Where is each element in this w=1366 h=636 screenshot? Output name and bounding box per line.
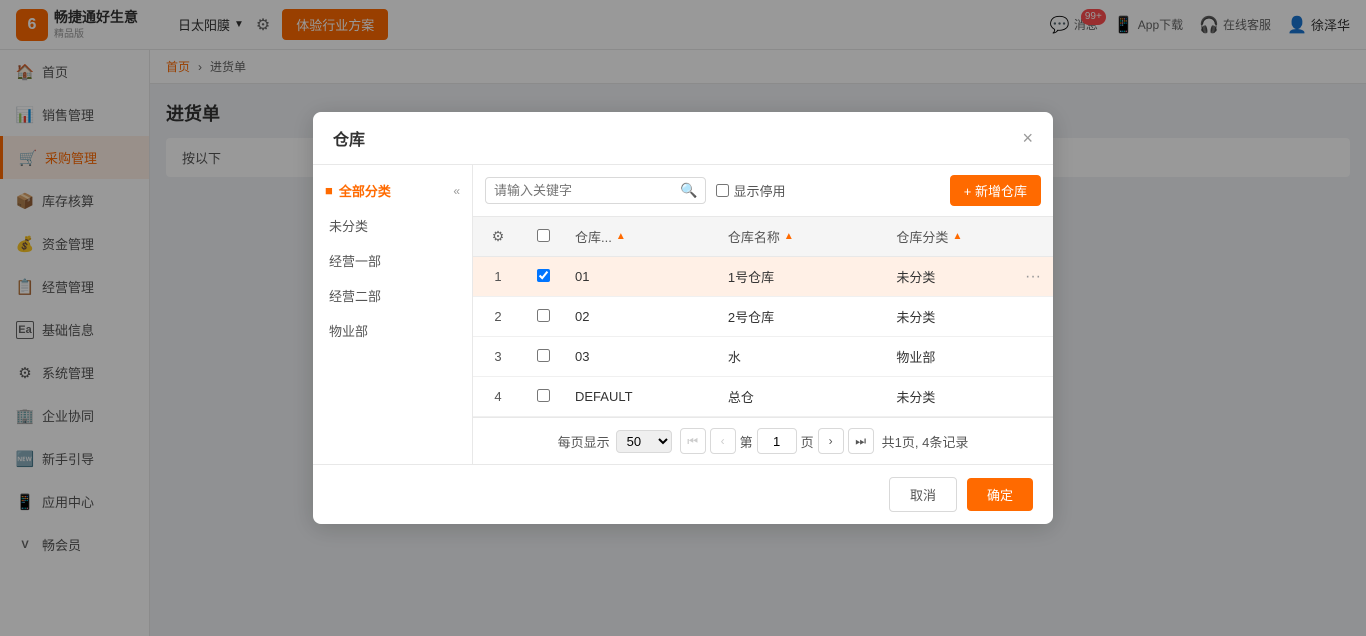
content-panel: 🔍 显示停用 + 新增仓库 <box>473 165 1053 464</box>
modal-header: 仓库 × <box>313 112 1053 165</box>
row-num-4: 4 <box>473 377 523 417</box>
row-checkbox-3[interactable] <box>537 349 550 362</box>
th-code-label: 仓库... <box>575 227 612 246</box>
pagination: 每页显示 10 20 50 100 ⏮ ‹ 第 页 <box>473 417 1053 464</box>
table-row[interactable]: 3 03 水 物业部 <box>473 337 1053 377</box>
warehouse-modal: 仓库 × ■ 全部分类 « 未分类 经营一部 经营二部 物业部 <box>313 112 1053 524</box>
select-all-checkbox[interactable] <box>537 229 550 242</box>
show-disabled-label[interactable]: 显示停用 <box>716 181 785 200</box>
page-input[interactable] <box>757 428 797 454</box>
page-nav: ⏮ ‹ 第 页 › ⏭ <box>680 428 874 454</box>
th-check <box>523 217 563 257</box>
category-item-dept1[interactable]: 经营一部 <box>313 243 472 278</box>
row-category-1: 未分类 ··· <box>884 257 1053 296</box>
row-num-1: 1 <box>473 257 523 297</box>
per-page-select[interactable]: 10 20 50 100 <box>616 430 672 453</box>
th-category: 仓库分类 ▲ <box>884 217 1053 257</box>
category-header: ■ 全部分类 « <box>313 173 472 208</box>
row-more-btn[interactable]: ··· <box>1025 268 1041 286</box>
page-total-info: 共1页, 4条记录 <box>882 432 969 451</box>
sort-icon-category: ▲ <box>952 231 962 242</box>
table-row[interactable]: 4 DEFAULT 总仓 未分类 <box>473 377 1053 417</box>
category-all-label: 全部分类 <box>339 181 391 200</box>
row-code-1: 01 <box>563 257 716 297</box>
add-warehouse-label: + 新增仓库 <box>964 181 1027 200</box>
sort-icon-code: ▲ <box>616 231 626 242</box>
row-checkbox-2[interactable] <box>537 309 550 322</box>
page-select: 每页显示 10 20 50 100 <box>558 430 672 453</box>
show-disabled-checkbox[interactable] <box>716 184 729 197</box>
row-check-4 <box>523 377 563 417</box>
row-name-2: 2号仓库 <box>716 297 885 337</box>
row-check-3 <box>523 337 563 377</box>
row-name-4: 总仓 <box>716 377 885 417</box>
confirm-button[interactable]: 确定 <box>967 478 1033 511</box>
search-icon[interactable]: 🔍 <box>680 182 697 199</box>
modal-footer: 取消 确定 <box>313 464 1053 524</box>
th-code: 仓库... ▲ <box>563 217 716 257</box>
table-wrapper: ⚙ 仓库... ▲ 仓库名称 <box>473 217 1053 417</box>
row-num-3: 3 <box>473 337 523 377</box>
row-name-1: 1号仓库 <box>716 257 885 297</box>
page-next-btn[interactable]: › <box>818 428 844 454</box>
category-all-icon: ■ <box>325 183 333 198</box>
page-unit: 页 <box>801 432 814 451</box>
modal-body: ■ 全部分类 « 未分类 经营一部 经营二部 物业部 🔍 <box>313 165 1053 464</box>
page-label: 第 <box>740 432 753 451</box>
content-toolbar: 🔍 显示停用 + 新增仓库 <box>473 165 1053 217</box>
row-checkbox-1[interactable] <box>537 269 550 282</box>
sort-icon-name: ▲ <box>784 231 794 242</box>
search-input[interactable] <box>494 183 674 198</box>
row-category-2: 未分类 <box>884 297 1053 336</box>
row-code-3: 03 <box>563 337 716 377</box>
row-check-1 <box>523 257 563 297</box>
row-category-4: 未分类 <box>884 377 1053 416</box>
row-checkbox-4[interactable] <box>537 389 550 402</box>
show-disabled-text: 显示停用 <box>733 181 785 200</box>
category-item-property[interactable]: 物业部 <box>313 313 472 348</box>
add-warehouse-button[interactable]: + 新增仓库 <box>950 175 1041 206</box>
page-first-btn[interactable]: ⏮ <box>680 428 706 454</box>
category-item-dept2[interactable]: 经营二部 <box>313 278 472 313</box>
row-name-3: 水 <box>716 337 885 377</box>
th-name-label: 仓库名称 <box>728 227 780 246</box>
table-row[interactable]: 1 01 1号仓库 未分类 ··· <box>473 257 1053 297</box>
category-item-uncategorized[interactable]: 未分类 <box>313 208 472 243</box>
category-collapse-btn[interactable]: « <box>453 184 460 198</box>
row-category-3: 物业部 <box>884 337 1053 376</box>
category-panel: ■ 全部分类 « 未分类 经营一部 经营二部 物业部 <box>313 165 473 464</box>
table-header-row: ⚙ 仓库... ▲ 仓库名称 <box>473 217 1053 257</box>
category-all[interactable]: ■ 全部分类 <box>325 181 391 200</box>
th-category-label: 仓库分类 <box>896 227 948 246</box>
th-gear: ⚙ <box>473 217 523 257</box>
row-check-2 <box>523 297 563 337</box>
modal-close-button[interactable]: × <box>1022 129 1033 147</box>
modal-overlay: 仓库 × ■ 全部分类 « 未分类 经营一部 经营二部 物业部 <box>0 0 1366 636</box>
per-page-label: 每页显示 <box>558 432 610 451</box>
page-prev-btn[interactable]: ‹ <box>710 428 736 454</box>
warehouse-table: ⚙ 仓库... ▲ 仓库名称 <box>473 217 1053 417</box>
row-code-4: DEFAULT <box>563 377 716 417</box>
page-last-btn[interactable]: ⏭ <box>848 428 874 454</box>
modal-title: 仓库 <box>333 126 365 150</box>
table-row[interactable]: 2 02 2号仓库 未分类 <box>473 297 1053 337</box>
row-code-2: 02 <box>563 297 716 337</box>
cancel-button[interactable]: 取消 <box>889 477 957 512</box>
search-box: 🔍 <box>485 177 706 204</box>
row-num-2: 2 <box>473 297 523 337</box>
th-name: 仓库名称 ▲ <box>716 217 885 257</box>
